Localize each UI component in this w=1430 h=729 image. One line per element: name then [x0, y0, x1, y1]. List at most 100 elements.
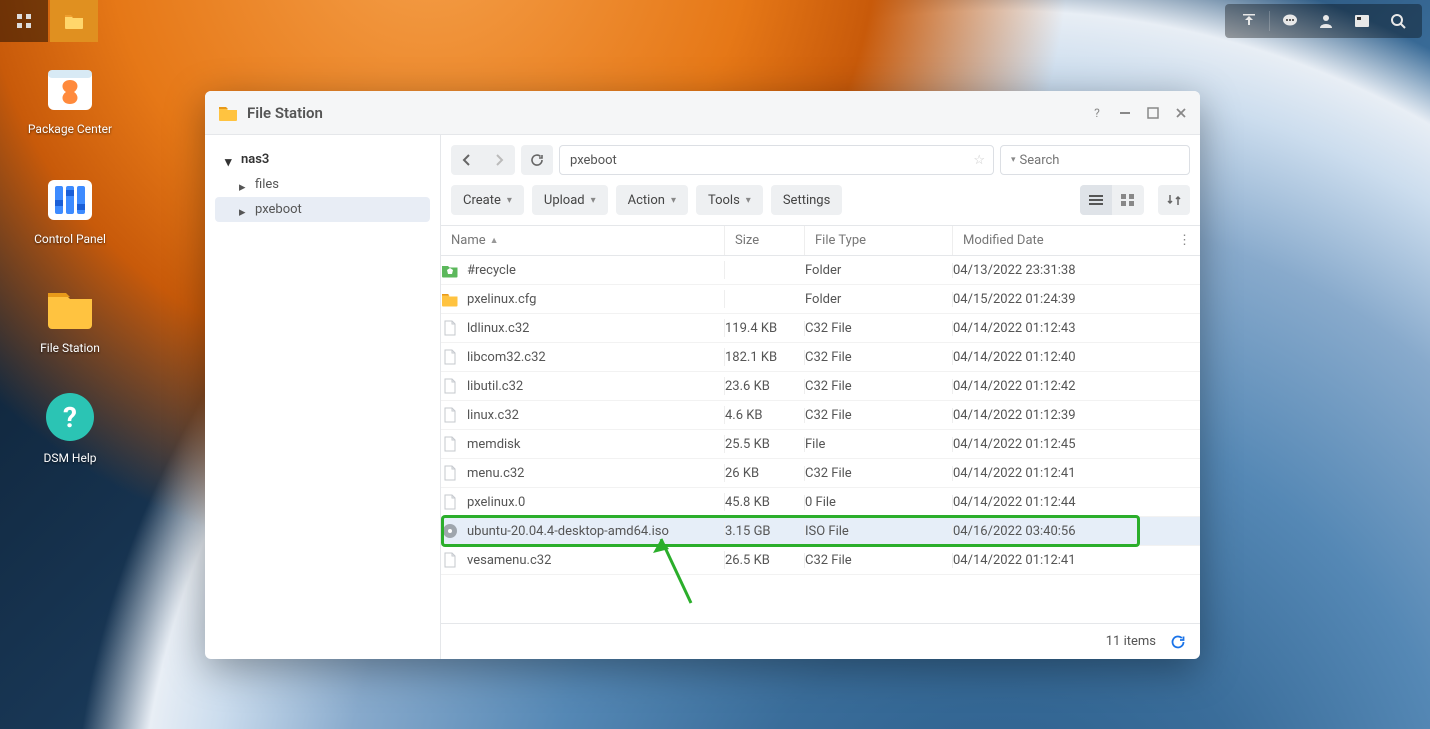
- sort-asc-icon: ▲: [490, 235, 499, 246]
- chevron-down-icon: ▾: [671, 195, 676, 206]
- main-panel: pxeboot ☆ ▾ Create▾ Upload▾ Action▾ Tool…: [441, 135, 1200, 659]
- file-type: ISO File: [805, 524, 953, 539]
- grid-view-button[interactable]: [1112, 185, 1144, 215]
- file-name: memdisk: [467, 437, 521, 452]
- file-row[interactable]: pxelinux.045.8 KB0 File04/14/2022 01:12:…: [441, 488, 1200, 517]
- search-field[interactable]: ▾: [1000, 145, 1190, 175]
- file-row[interactable]: vesamenu.c3226.5 KBC32 File04/14/2022 01…: [441, 546, 1200, 575]
- user-button[interactable]: [1308, 5, 1344, 37]
- column-header-name[interactable]: Name▲: [441, 226, 725, 255]
- back-button[interactable]: [451, 145, 483, 175]
- desktop-icon-label: DSM Help: [43, 451, 96, 467]
- file-size: 23.6 KB: [725, 379, 805, 394]
- column-header-type[interactable]: File Type: [805, 226, 953, 255]
- window-title: File Station: [247, 104, 1090, 122]
- tree-root[interactable]: ▾ nas3: [215, 147, 430, 172]
- file-icon: [441, 551, 459, 569]
- search-icon: [1390, 13, 1406, 29]
- desktop-icon-file-station[interactable]: File Station: [10, 279, 130, 357]
- titlebar[interactable]: File Station ?: [205, 91, 1200, 135]
- file-date: 04/14/2022 01:12:41: [953, 553, 1200, 568]
- tree-node-files[interactable]: ▸ files: [215, 172, 430, 197]
- file-row[interactable]: pxelinux.cfgFolder04/15/2022 01:24:39: [441, 285, 1200, 314]
- column-menu-button[interactable]: ⋮: [1170, 226, 1200, 255]
- tools-button[interactable]: Tools▾: [696, 185, 763, 215]
- chevron-down-icon: ▾: [591, 195, 596, 206]
- desktop-icon-control-panel[interactable]: Control Panel: [10, 170, 130, 248]
- chevron-down-icon: ▾: [1011, 155, 1016, 165]
- dsm-help-icon: ?: [42, 389, 98, 445]
- star-icon[interactable]: ☆: [973, 153, 985, 168]
- close-icon: [1174, 106, 1188, 120]
- file-date: 04/14/2022 01:12:41: [953, 466, 1200, 481]
- file-type: File: [805, 437, 953, 452]
- forward-button[interactable]: [483, 145, 515, 175]
- upload-button[interactable]: Upload▾: [532, 185, 608, 215]
- chat-button[interactable]: [1272, 5, 1308, 37]
- chevron-down-icon: ▾: [225, 155, 235, 165]
- sort-button[interactable]: [1158, 185, 1190, 215]
- maximize-icon: [1146, 106, 1160, 120]
- file-icon: [441, 435, 459, 453]
- close-button[interactable]: [1174, 106, 1188, 120]
- desktop-icon-label: File Station: [40, 341, 100, 357]
- file-row[interactable]: ldlinux.c32119.4 KBC32 File04/14/2022 01…: [441, 314, 1200, 343]
- file-size: 119.4 KB: [725, 321, 805, 336]
- search-input[interactable]: [1020, 153, 1186, 168]
- file-station-taskbar-button[interactable]: [50, 0, 98, 42]
- status-refresh-button[interactable]: [1170, 634, 1186, 650]
- file-name: ldlinux.c32: [467, 321, 529, 336]
- refresh-button[interactable]: [521, 145, 553, 175]
- file-type: C32 File: [805, 553, 953, 568]
- panel-icon: [1354, 13, 1370, 29]
- file-size: 25.5 KB: [725, 437, 805, 452]
- upload-tray-button[interactable]: [1231, 5, 1267, 37]
- list-view-button[interactable]: [1080, 185, 1112, 215]
- tree-node-pxeboot[interactable]: ▸ pxeboot: [215, 197, 430, 222]
- desktop-icon-dsm-help[interactable]: ? DSM Help: [10, 389, 130, 467]
- file-name: pxelinux.cfg: [467, 292, 536, 307]
- file-row[interactable]: linux.c324.6 KBC32 File04/14/2022 01:12:…: [441, 401, 1200, 430]
- file-size: 4.6 KB: [725, 408, 805, 423]
- settings-button[interactable]: Settings: [771, 185, 842, 215]
- path-field[interactable]: pxeboot ☆: [559, 145, 994, 175]
- file-date: 04/14/2022 01:12:45: [953, 437, 1200, 452]
- app-launcher-button[interactable]: [0, 0, 48, 42]
- minimize-button[interactable]: [1118, 106, 1132, 120]
- chevron-down-icon: ▾: [507, 195, 512, 206]
- file-type: Folder: [805, 263, 953, 278]
- separator: [1269, 11, 1270, 31]
- action-button[interactable]: Action▾: [616, 185, 688, 215]
- upload-icon: [1241, 13, 1257, 29]
- file-icon: [441, 377, 459, 395]
- maximize-button[interactable]: [1146, 106, 1160, 120]
- file-date: 04/14/2022 01:12:40: [953, 350, 1200, 365]
- file-row[interactable]: libutil.c3223.6 KBC32 File04/14/2022 01:…: [441, 372, 1200, 401]
- folder-icon: [441, 290, 459, 308]
- folder-icon: [217, 102, 239, 124]
- column-header-size[interactable]: Size: [725, 226, 805, 255]
- file-name: libutil.c32: [467, 379, 523, 394]
- file-station-icon: [42, 279, 98, 335]
- search-button[interactable]: [1380, 5, 1416, 37]
- chevron-down-icon: ▾: [746, 195, 751, 206]
- file-station-window: File Station ? ▾ nas3 ▸ files ▸ pxeboot: [205, 91, 1200, 659]
- column-header-date[interactable]: Modified Date: [953, 226, 1170, 255]
- file-row[interactable]: libcom32.c32182.1 KBC32 File04/14/2022 0…: [441, 343, 1200, 372]
- file-list: Name▲ Size File Type Modified Date ⋮ #re…: [441, 225, 1200, 623]
- file-row[interactable]: menu.c3226 KBC32 File04/14/2022 01:12:41: [441, 459, 1200, 488]
- file-row[interactable]: memdisk 25.5 KBFile04/14/2022 01:12:45: [441, 430, 1200, 459]
- desktop-icon-package-center[interactable]: Package Center: [10, 60, 130, 138]
- help-button[interactable]: ?: [1090, 106, 1104, 120]
- file-row[interactable]: ubuntu-20.04.4-desktop-amd64.iso3.15 GBI…: [441, 517, 1200, 546]
- file-type: C32 File: [805, 466, 953, 481]
- create-button[interactable]: Create▾: [451, 185, 524, 215]
- svg-text:?: ?: [1094, 106, 1100, 120]
- tree-root-label: nas3: [241, 152, 269, 167]
- chat-icon: [1282, 13, 1298, 29]
- file-name: linux.c32: [467, 408, 519, 423]
- sidebar-tree: ▾ nas3 ▸ files ▸ pxeboot: [205, 135, 441, 659]
- file-row[interactable]: #recycleFolder04/13/2022 23:31:38: [441, 256, 1200, 285]
- svg-text:?: ?: [63, 401, 77, 434]
- widgets-button[interactable]: [1344, 5, 1380, 37]
